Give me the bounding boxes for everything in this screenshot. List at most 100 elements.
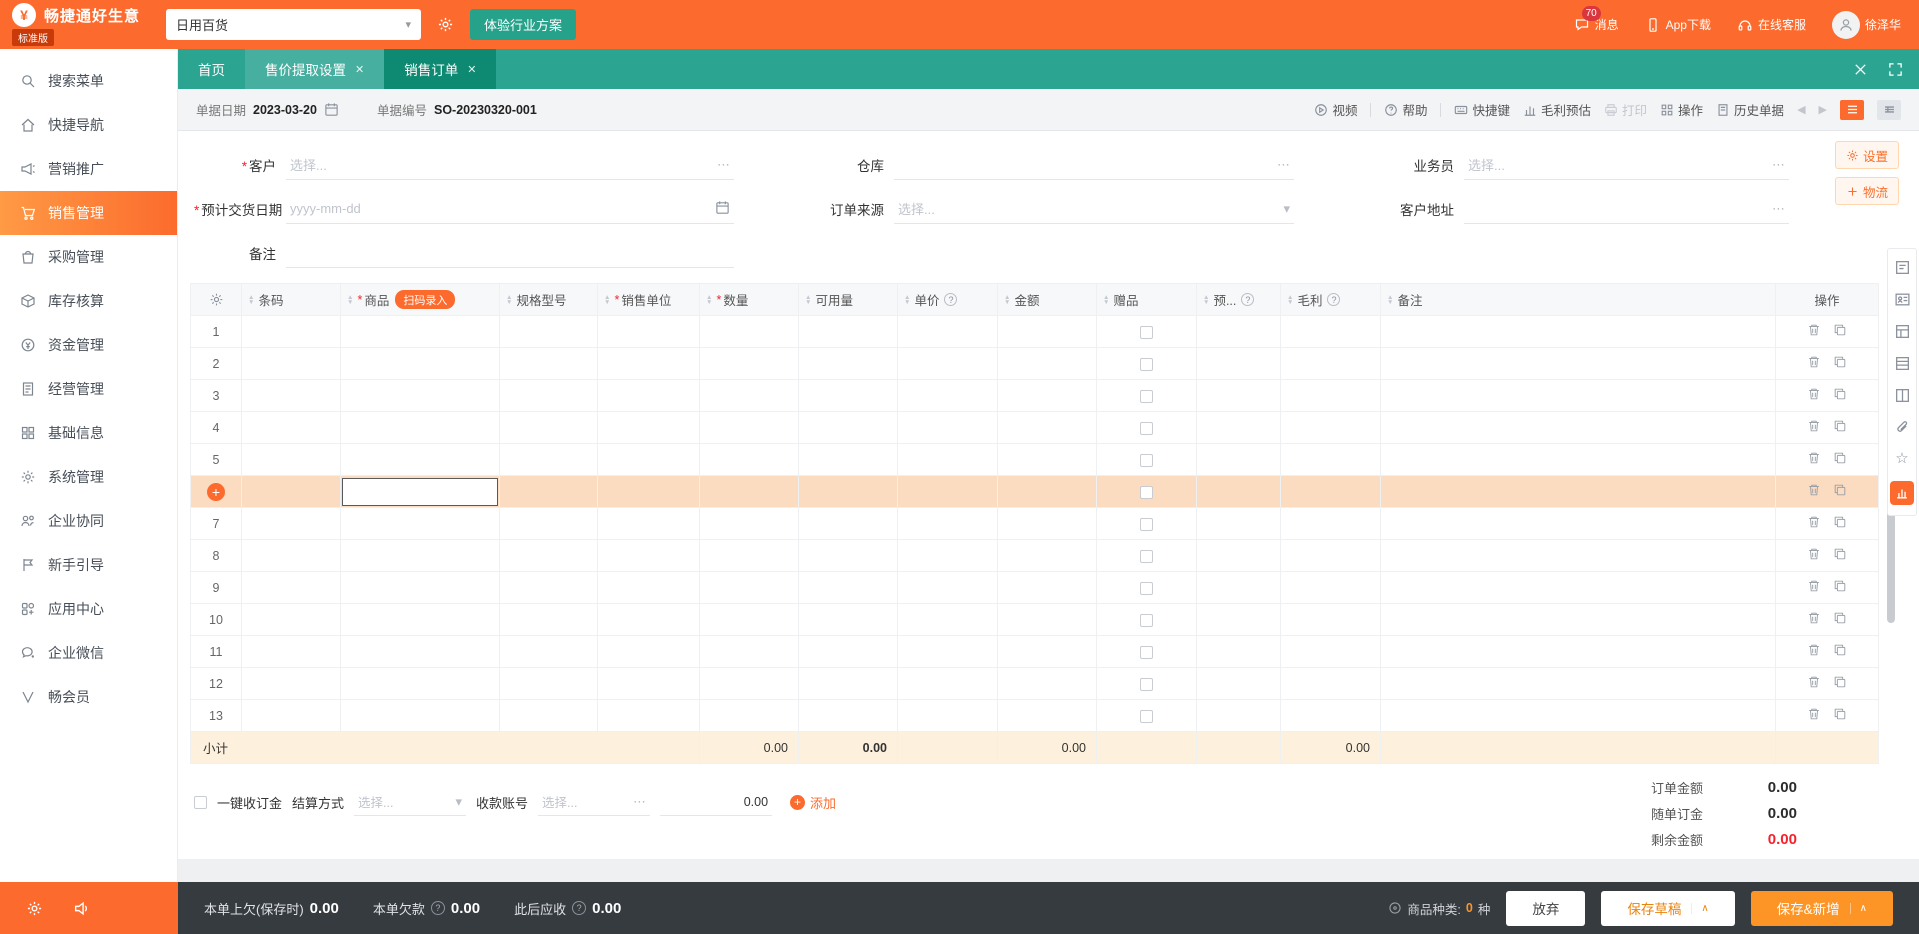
cell-product[interactable] [340,507,500,540]
cell-price[interactable] [897,571,998,604]
tab-price-extract-settings[interactable]: 售价提取设置 ✕ [245,49,385,89]
cell-barcode[interactable] [241,539,341,572]
cell-amount[interactable] [997,443,1097,476]
col-header-barcode[interactable]: 条码 [241,283,341,316]
order-source-select[interactable]: 选择... ▾ [894,194,1294,224]
cell-unit[interactable] [597,635,700,668]
store-selector[interactable]: 日用百货 ▾ [166,9,422,40]
cell-pre[interactable] [1196,635,1281,668]
workspace-settings-icon[interactable] [437,16,454,33]
cell-unit[interactable] [597,507,700,540]
cell-unit[interactable] [597,539,700,572]
cell-qty[interactable] [699,315,799,348]
cell-spec[interactable] [499,379,598,412]
sidebar-item-sales-management[interactable]: 销售管理 [0,191,177,235]
cell-spec[interactable] [499,443,598,476]
user-menu[interactable]: 徐泽华 [1831,10,1901,39]
cell-price[interactable] [897,635,998,668]
col-header-available[interactable]: 可用量 [798,283,898,316]
col-header-amount[interactable]: 金额 [997,283,1097,316]
cell-qty[interactable] [699,603,799,636]
cell-remark[interactable] [1380,507,1776,540]
cell-gift[interactable] [1096,443,1197,476]
cell-spec[interactable] [499,315,598,348]
next-doc-icon[interactable]: ▶ [1819,103,1827,116]
cell-product[interactable] [340,379,500,412]
delivery-date-field[interactable]: yyyy-mm-dd [286,194,734,224]
cell-gift[interactable] [1096,475,1197,508]
sidebar-item-enterprise-wechat[interactable]: 企业微信 [0,631,177,675]
online-service-button[interactable]: 在线客服 [1737,16,1806,33]
delete-row-icon[interactable] [1807,323,1821,337]
cell-product[interactable] [340,571,500,604]
cell-price[interactable] [897,603,998,636]
video-button[interactable]: 视频 [1314,100,1357,119]
cell-qty[interactable] [699,443,799,476]
sidebar-item-funds-management[interactable]: 资金管理 [0,323,177,367]
add-payment-button[interactable]: + 添加 [790,793,836,812]
cell-barcode[interactable] [241,315,341,348]
cell-remark[interactable] [1380,315,1776,348]
cell-pre[interactable] [1196,571,1281,604]
delete-row-icon[interactable] [1807,355,1821,369]
cell-remark[interactable] [1380,699,1776,732]
cell-remark[interactable] [1380,379,1776,412]
settle-method-select[interactable]: 选择... ▾ [354,788,467,816]
save-and-new-button[interactable]: 保存&新增 ∧ [1750,890,1893,926]
col-header-price[interactable]: 单价 [897,283,998,316]
cell-amount[interactable] [997,347,1097,380]
favorite-star-icon[interactable]: ☆ [1895,451,1908,466]
cell-price[interactable] [897,411,998,444]
cell-unit[interactable] [597,347,700,380]
gift-checkbox[interactable] [1140,517,1153,531]
delete-row-icon[interactable] [1807,579,1821,593]
cell-pre[interactable] [1196,379,1281,412]
messages-button[interactable]: 消息 70 [1574,6,1619,33]
cell-barcode[interactable] [241,411,341,444]
save-draft-button[interactable]: 保存草稿 ∧ [1601,890,1735,926]
cell-product[interactable] [340,635,500,668]
col-header-spec[interactable]: 规格型号 [499,283,598,316]
hotkey-button[interactable]: 快捷键 [1454,100,1510,119]
cell-unit[interactable] [597,667,700,700]
cell-product[interactable] [340,699,500,732]
cell-barcode[interactable] [241,603,341,636]
cell-product[interactable] [340,411,500,444]
sidebar-item-inventory-accounting[interactable]: 库存核算 [0,279,177,323]
deposit-amount-input[interactable]: 0.00 [660,788,773,816]
cell-barcode[interactable] [241,635,341,668]
gift-checkbox[interactable] [1140,357,1153,371]
cell-gift[interactable] [1096,315,1197,348]
close-tab-icon[interactable]: ✕ [355,63,364,76]
add-row-button[interactable]: + [207,482,225,501]
cell-gift[interactable] [1096,667,1197,700]
history-docs-button[interactable]: 历史单据 [1716,100,1784,119]
cell-gift[interactable] [1096,507,1197,540]
cell-pre[interactable] [1196,315,1281,348]
gift-checkbox[interactable] [1140,389,1153,403]
cell-gift[interactable] [1096,635,1197,668]
trial-industry-plan-button[interactable]: 体验行业方案 [470,9,577,40]
scan-input-badge[interactable]: 扫码录入 [395,290,456,309]
cell-barcode[interactable] [241,379,341,412]
column-settings-icon[interactable] [197,292,235,307]
cell-spec[interactable] [499,347,598,380]
delete-row-icon[interactable] [1807,643,1821,657]
col-header-unit[interactable]: 销售单位 [597,283,700,316]
col-header-qty[interactable]: 数量 [699,283,799,316]
cell-gift[interactable] [1096,347,1197,380]
cell-qty[interactable] [699,635,799,668]
sidebar-item-member[interactable]: 畅会员 [0,675,177,719]
settings-button[interactable]: 设置 [1835,141,1899,169]
note-edit-icon[interactable] [1894,259,1911,276]
cell-remark[interactable] [1380,667,1776,700]
copy-row-icon[interactable] [1833,547,1847,561]
fullscreen-icon[interactable] [1888,62,1903,77]
col-header-profit[interactable]: 毛利 [1280,283,1381,316]
cell-amount[interactable] [997,315,1097,348]
gift-checkbox[interactable] [1140,485,1153,499]
sidebar-item-quick-nav[interactable]: 快捷导航 [0,103,177,147]
copy-row-icon[interactable] [1833,355,1847,369]
cell-unit[interactable] [597,475,700,508]
cell-price[interactable] [897,667,998,700]
